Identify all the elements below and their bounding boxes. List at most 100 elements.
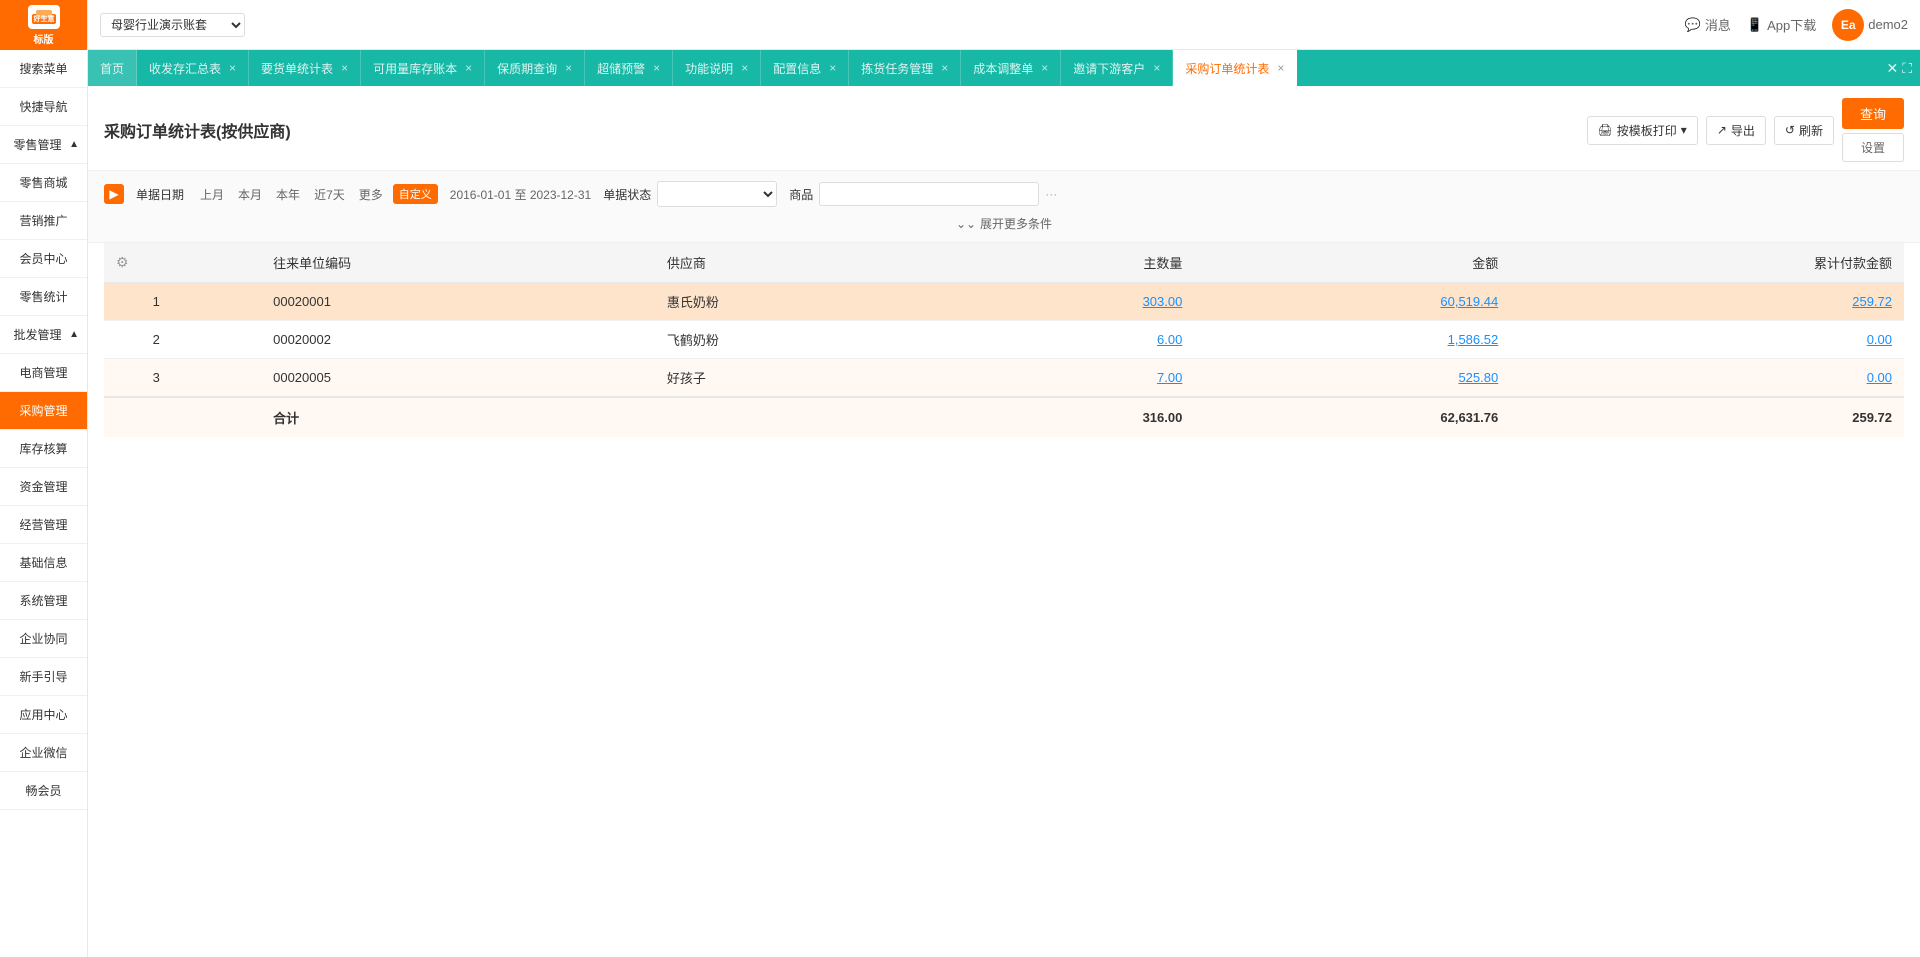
template-print-button[interactable]: 🖨 按模板打印 ▾ bbox=[1587, 116, 1698, 145]
tab-close-icon-3[interactable]: × bbox=[465, 61, 472, 75]
tab-item-10[interactable]: 邀请下游客户× bbox=[1061, 50, 1173, 86]
tab-close-icon-11[interactable]: × bbox=[1277, 61, 1284, 75]
tab-item-1[interactable]: 收发存汇总表× bbox=[137, 50, 249, 86]
row-paid-0[interactable]: 259.72 bbox=[1510, 283, 1904, 321]
sidebar-item-17[interactable]: 应用中心 bbox=[0, 696, 87, 734]
tab-item-11[interactable]: 采购订单统计表× bbox=[1173, 50, 1297, 86]
row-amount-2[interactable]: 525.80 bbox=[1194, 359, 1510, 398]
sidebar-item-2[interactable]: 零售管理▲ bbox=[0, 126, 87, 164]
sidebar-item-1[interactable]: 快捷导航 bbox=[0, 88, 87, 126]
sidebar-item-label-19: 畅会员 bbox=[4, 782, 83, 799]
date-last-month-btn[interactable]: 上月 bbox=[196, 184, 228, 205]
sidebar-item-8[interactable]: 电商管理 bbox=[0, 354, 87, 392]
date-quick-buttons: 上月 本月 本年 近7天 更多 自定义 bbox=[196, 184, 438, 205]
refresh-button[interactable]: ↺ 刷新 bbox=[1774, 116, 1834, 145]
tab-item-9[interactable]: 成本调整单× bbox=[961, 50, 1061, 86]
user-profile[interactable]: Ea demo2 bbox=[1832, 9, 1908, 41]
tab-close-icon-2[interactable]: × bbox=[341, 61, 348, 75]
date-7days-btn[interactable]: 近7天 bbox=[310, 184, 349, 205]
table-row[interactable]: 300020005好孩子7.00525.800.00 bbox=[104, 359, 1904, 398]
tab-close-icon-7[interactable]: × bbox=[829, 61, 836, 75]
sidebar-item-12[interactable]: 经营管理 bbox=[0, 506, 87, 544]
sidebar-item-label-6: 零售统计 bbox=[4, 288, 83, 305]
close-tab-icon[interactable]: ✕ bbox=[1886, 60, 1898, 77]
tab-bar: 首页收发存汇总表×要货单统计表×可用量库存账本×保质期查询×超储预警×功能说明×… bbox=[88, 50, 1920, 86]
tab-close-icon-9[interactable]: × bbox=[1041, 61, 1048, 75]
sidebar-item-19[interactable]: 畅会员 bbox=[0, 772, 87, 810]
sidebar-item-6[interactable]: 零售统计 bbox=[0, 278, 87, 316]
status-filter-select[interactable] bbox=[657, 181, 777, 207]
sidebar-item-5[interactable]: 会员中心 bbox=[0, 240, 87, 278]
tab-label-3: 可用量库存账本 bbox=[373, 60, 457, 77]
tab-item-8[interactable]: 拣货任务管理× bbox=[849, 50, 961, 86]
tab-item-3[interactable]: 可用量库存账本 × bbox=[361, 50, 485, 86]
settings-button[interactable]: 设置 bbox=[1842, 133, 1904, 162]
sidebar-item-15[interactable]: 企业协同 bbox=[0, 620, 87, 658]
sidebar-item-14[interactable]: 系统管理 bbox=[0, 582, 87, 620]
sidebar-item-label-17: 应用中心 bbox=[4, 706, 83, 723]
tab-close-icon-10[interactable]: × bbox=[1153, 61, 1160, 75]
app-download-button[interactable]: 📱 App下载 bbox=[1747, 15, 1816, 34]
sidebar: 好生意 标版 搜索菜单快捷导航零售管理▲零售商城营销推广会员中心零售统计批发管理… bbox=[0, 0, 88, 957]
row-amount-0[interactable]: 60,519.44 bbox=[1194, 283, 1510, 321]
date-this-year-btn[interactable]: 本年 bbox=[272, 184, 304, 205]
tab-close-icon-5[interactable]: × bbox=[653, 61, 660, 75]
tab-close-icon-6[interactable]: × bbox=[741, 61, 748, 75]
row-paid-1[interactable]: 0.00 bbox=[1510, 321, 1904, 359]
query-button[interactable]: 查询 bbox=[1842, 98, 1904, 129]
sidebar-item-3[interactable]: 零售商城 bbox=[0, 164, 87, 202]
fullscreen-icon[interactable]: ⛶ bbox=[1902, 60, 1912, 77]
filter-toggle-button[interactable]: ▶ bbox=[104, 184, 124, 204]
col-settings[interactable]: ⚙ bbox=[104, 243, 141, 283]
row-code-2[interactable]: 00020005 bbox=[261, 359, 655, 398]
tab-close-icon-1[interactable]: × bbox=[229, 61, 236, 75]
message-button[interactable]: 💬 消息 bbox=[1685, 15, 1731, 34]
date-custom-btn[interactable]: 自定义 bbox=[393, 184, 438, 204]
tab-item-7[interactable]: 配置信息× bbox=[761, 50, 849, 86]
sidebar-item-0[interactable]: 搜索菜单 bbox=[0, 50, 87, 88]
sidebar-item-9[interactable]: 采购管理 bbox=[0, 392, 87, 430]
sidebar-item-18[interactable]: 企业微信 bbox=[0, 734, 87, 772]
tab-item-4[interactable]: 保质期查询× bbox=[485, 50, 585, 86]
table-row[interactable]: 200020002飞鹤奶粉6.001,586.520.00 bbox=[104, 321, 1904, 359]
row-paid-2[interactable]: 0.00 bbox=[1510, 359, 1904, 398]
footer-amount: 62,631.76 bbox=[1194, 397, 1510, 437]
sidebar-item-13[interactable]: 基础信息 bbox=[0, 544, 87, 582]
tab-label-6: 功能说明 bbox=[685, 60, 733, 77]
date-more-btn[interactable]: 更多 bbox=[355, 184, 387, 205]
export-button[interactable]: ↗ 导出 bbox=[1706, 116, 1766, 145]
top-bar-right: 💬 消息 📱 App下载 Ea demo2 bbox=[1685, 9, 1908, 41]
sidebar-item-label-5: 会员中心 bbox=[4, 250, 83, 267]
row-quantity-1[interactable]: 6.00 bbox=[948, 321, 1194, 359]
col-code: 往来单位编码 bbox=[261, 243, 655, 283]
goods-more-btn[interactable]: ··· bbox=[1045, 187, 1057, 201]
tab-close-icon-8[interactable]: × bbox=[941, 61, 948, 75]
row-amount-1[interactable]: 1,586.52 bbox=[1194, 321, 1510, 359]
expand-conditions-button[interactable]: ⌄⌄ 展开更多条件 bbox=[956, 215, 1052, 232]
row-code-1[interactable]: 00020002 bbox=[261, 321, 655, 359]
logo-icon: 好生意 bbox=[28, 5, 60, 29]
row-code-0[interactable]: 00020001 bbox=[261, 283, 655, 321]
status-filter-label: 单据状态 bbox=[603, 186, 651, 203]
footer-row: 合计 316.00 62,631.76 259.72 bbox=[104, 397, 1904, 437]
app-logo: 好生意 标版 bbox=[0, 0, 87, 50]
date-this-month-btn[interactable]: 本月 bbox=[234, 184, 266, 205]
tab-item-2[interactable]: 要货单统计表× bbox=[249, 50, 361, 86]
sidebar-item-4[interactable]: 营销推广 bbox=[0, 202, 87, 240]
tab-label-0: 首页 bbox=[100, 60, 124, 77]
tab-item-0[interactable]: 首页 bbox=[88, 50, 137, 86]
footer-empty-supplier bbox=[655, 397, 948, 437]
goods-filter-input[interactable] bbox=[819, 182, 1039, 206]
sidebar-item-16[interactable]: 新手引导 bbox=[0, 658, 87, 696]
tab-close-icon-4[interactable]: × bbox=[565, 61, 572, 75]
row-quantity-2[interactable]: 7.00 bbox=[948, 359, 1194, 398]
row-quantity-0[interactable]: 303.00 bbox=[948, 283, 1194, 321]
sidebar-item-11[interactable]: 资金管理 bbox=[0, 468, 87, 506]
tab-item-6[interactable]: 功能说明 × bbox=[673, 50, 761, 86]
table-row[interactable]: 100020001惠氏奶粉303.0060,519.44259.72 bbox=[104, 283, 1904, 321]
tab-item-5[interactable]: 超储预警× bbox=[585, 50, 673, 86]
sidebar-item-7[interactable]: 批发管理▲ bbox=[0, 316, 87, 354]
row-index-1: 2 bbox=[141, 321, 262, 359]
org-selector[interactable]: 母婴行业演示账套 bbox=[100, 13, 245, 37]
sidebar-item-10[interactable]: 库存核算 bbox=[0, 430, 87, 468]
